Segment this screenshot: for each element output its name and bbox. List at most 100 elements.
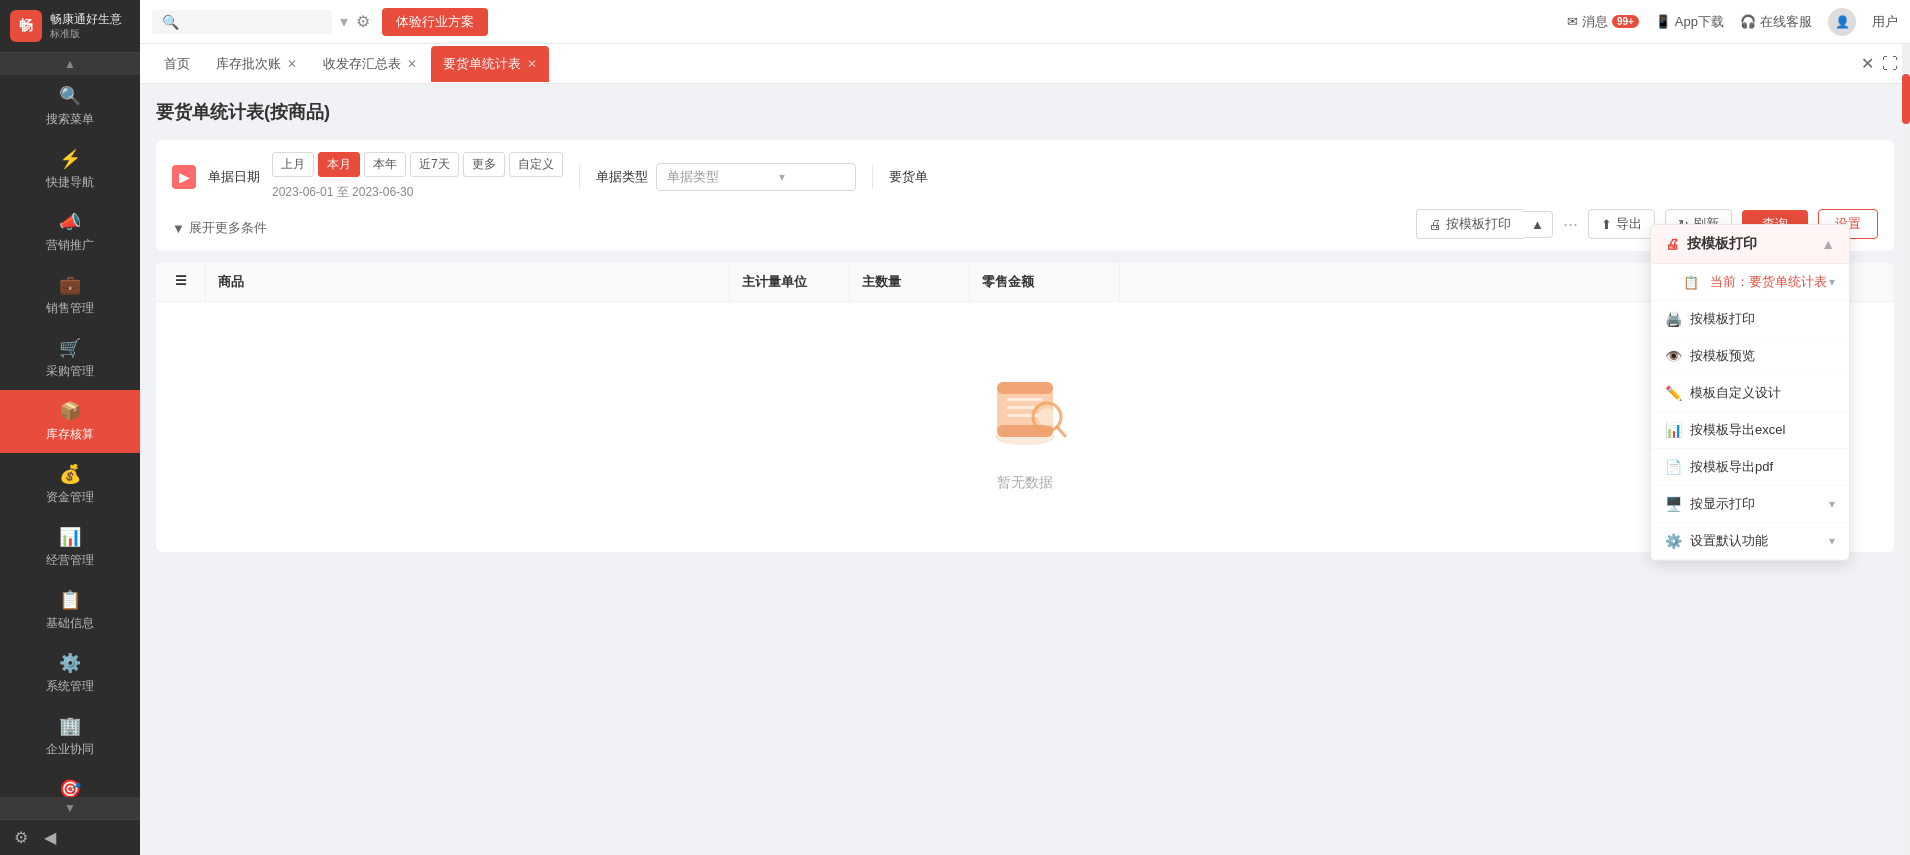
dropdown-title: 按模板打印 — [1687, 235, 1757, 253]
table-section: ☰ 商品 主计量单位 主数量 零售金额 — [156, 263, 1894, 552]
tab-home[interactable]: 首页 — [152, 46, 202, 82]
filter-row-1: ▶ 单据日期 上月 本月 本年 近7天 更多 自定义 2023-06-01 至 … — [172, 152, 1878, 201]
header-dropdown-icon[interactable]: ▾ — [340, 12, 348, 31]
date-btn-7days[interactable]: 近7天 — [410, 152, 459, 177]
print-dropdown-button[interactable]: ▲ — [1523, 211, 1553, 238]
date-btn-this-year[interactable]: 本年 — [364, 152, 406, 177]
date-buttons: 上月 本月 本年 近7天 更多 自定义 — [272, 152, 563, 177]
header-gear-icon[interactable]: ⚙ — [356, 12, 370, 31]
dropdown-item-display-print[interactable]: 🖥️ 按显示打印 ▾ — [1651, 486, 1849, 523]
dropdown-item-export-excel[interactable]: 📊 按模板导出excel — [1651, 412, 1849, 449]
customer-service-item[interactable]: 🎧 在线客服 — [1740, 13, 1812, 31]
tab-maximize-icon[interactable]: ⛶ — [1882, 55, 1898, 73]
filter-type-section: 单据类型 单据类型 ▾ — [596, 163, 856, 191]
tab-inventory-batch[interactable]: 库存批次账 ✕ — [204, 46, 309, 82]
goods-label: 要货单 — [889, 168, 928, 186]
tab-receivables[interactable]: 收发存汇总表 ✕ — [311, 46, 429, 82]
sidebar-item-inventory[interactable]: 📦 库存核算 — [0, 390, 140, 453]
expand-button[interactable]: ▼ 展开更多条件 — [172, 219, 267, 237]
message-icon: ✉ — [1567, 14, 1578, 29]
logo-icon: 畅 — [10, 10, 42, 42]
display-print-icon: 🖥️ — [1665, 496, 1682, 512]
type-label: 单据类型 — [596, 168, 648, 186]
sidebar-item-newbie[interactable]: 🎯 新手引导 — [0, 768, 140, 797]
more-icon[interactable]: ··· — [1563, 214, 1578, 235]
sidebar-item-enterprise[interactable]: 🏢 企业协同 — [0, 705, 140, 768]
search-input[interactable] — [185, 14, 315, 29]
template-preview-icon: 👁️ — [1665, 348, 1682, 364]
newbie-icon: 🎯 — [59, 778, 81, 797]
avatar[interactable]: 👤 — [1828, 8, 1856, 36]
export-button[interactable]: ⬆ 导出 — [1588, 209, 1655, 239]
tab-close-receivables[interactable]: ✕ — [407, 57, 417, 71]
sidebar: 畅 畅康通好生意 标准版 ▲ 🔍 搜索菜单 ⚡ 快捷导航 📣 营销推广 💼 销售… — [0, 0, 140, 855]
date-btn-last-month[interactable]: 上月 — [272, 152, 314, 177]
template-print-icon: 🖨️ — [1665, 311, 1682, 327]
sidebar-scroll-up[interactable]: ▲ — [0, 53, 140, 75]
svg-rect-5 — [1007, 406, 1035, 409]
date-btn-more[interactable]: 更多 — [463, 152, 505, 177]
dropdown-item-export-pdf[interactable]: 📄 按模板导出pdf — [1651, 449, 1849, 486]
tab-order-stats[interactable]: 要货单统计表 ✕ — [431, 46, 549, 82]
dropdown-item-default-setting[interactable]: ⚙️ 设置默认功能 ▾ — [1651, 523, 1849, 560]
dropdown-print-icon: 🖨 — [1665, 236, 1679, 252]
dropdown-collapse-icon[interactable]: ▲ — [1821, 236, 1835, 252]
sidebar-item-operations[interactable]: 📊 经营管理 — [0, 516, 140, 579]
trial-button[interactable]: 体验行业方案 — [382, 8, 488, 36]
dropdown-header: 🖨 按模板打印 ▲ — [1651, 225, 1849, 264]
user-name: 用户 — [1872, 13, 1898, 31]
message-item[interactable]: ✉ 消息 99+ — [1567, 13, 1639, 31]
dropdown-item-template-preview[interactable]: 👁️ 按模板预览 — [1651, 338, 1849, 375]
filter-separator-2 — [872, 165, 873, 189]
date-btn-this-month[interactable]: 本月 — [318, 152, 360, 177]
print-btn-group: 🖨 按模板打印 ▲ — [1416, 209, 1553, 239]
sidebar-item-system[interactable]: ⚙️ 系统管理 — [0, 642, 140, 705]
dropdown-item-template-design[interactable]: ✏️ 模板自定义设计 — [1651, 375, 1849, 412]
search-nav-icon: 🔍 — [59, 85, 81, 107]
purchase-icon: 🛒 — [59, 337, 81, 359]
type-select-arrow: ▾ — [779, 170, 785, 184]
type-select-label: 单据类型 — [667, 168, 719, 186]
operations-icon: 📊 — [59, 526, 81, 548]
sidebar-item-sales[interactable]: 💼 销售管理 — [0, 264, 140, 327]
print-icon: 🖨 — [1429, 217, 1442, 232]
empty-illustration — [975, 362, 1075, 462]
header-right: ✉ 消息 99+ 📱 App下载 🎧 在线客服 👤 用户 — [1567, 8, 1898, 36]
dropdown-item-template-print[interactable]: 🖨️ 按模板打印 — [1651, 301, 1849, 338]
column-settings-icon[interactable]: ☰ — [175, 273, 187, 288]
sidebar-item-purchase[interactable]: 🛒 采购管理 — [0, 327, 140, 390]
search-box[interactable]: 🔍 — [152, 10, 332, 34]
collapse-icon[interactable]: ◀ — [44, 828, 56, 847]
table-header: ☰ 商品 主计量单位 主数量 零售金额 — [156, 263, 1894, 302]
export-icon: ⬆ — [1601, 217, 1612, 232]
current-template-arrow: ▾ — [1829, 275, 1835, 289]
date-btn-custom[interactable]: 自定义 — [509, 152, 563, 177]
sales-icon: 💼 — [59, 274, 81, 296]
sidebar-item-basic[interactable]: 📋 基础信息 — [0, 579, 140, 642]
filter-separator-1 — [579, 165, 580, 189]
type-select[interactable]: 单据类型 ▾ — [656, 163, 856, 191]
sidebar-scroll-down[interactable]: ▼ — [0, 797, 140, 819]
app-download-item[interactable]: 📱 App下载 — [1655, 13, 1724, 31]
sidebar-item-finance[interactable]: 💰 资金管理 — [0, 453, 140, 516]
scrollbar-thumb[interactable] — [1902, 84, 1910, 124]
sidebar-footer: ⚙ ◀ — [0, 819, 140, 855]
filter-toggle-button[interactable]: ▶ — [172, 165, 196, 189]
tab-bar: 首页 库存批次账 ✕ 收发存汇总表 ✕ 要货单统计表 ✕ ✕ ⛶ — [140, 44, 1910, 84]
tab-close-all-icon[interactable]: ✕ — [1861, 54, 1874, 73]
col-header-check: ☰ — [156, 263, 206, 302]
tab-close-inventory-batch[interactable]: ✕ — [287, 57, 297, 71]
dropdown-current-template[interactable]: 📋 当前：要货单统计表 ▾ — [1651, 264, 1849, 301]
settings-icon[interactable]: ⚙ — [14, 828, 28, 847]
empty-state: 暂无数据 — [156, 302, 1894, 552]
shortcut-icon: ⚡ — [59, 148, 81, 170]
display-print-arrow: ▾ — [1829, 497, 1835, 511]
template-design-icon: ✏️ — [1665, 385, 1682, 401]
print-template-button[interactable]: 🖨 按模板打印 — [1416, 209, 1523, 239]
sidebar-item-search[interactable]: 🔍 搜索菜单 — [0, 75, 140, 138]
more-options[interactable]: ··· — [1563, 214, 1578, 235]
sidebar-item-shortcut[interactable]: ⚡ 快捷导航 — [0, 138, 140, 201]
tab-close-order-stats[interactable]: ✕ — [527, 57, 537, 71]
export-pdf-icon: 📄 — [1665, 459, 1682, 475]
sidebar-item-marketing[interactable]: 📣 营销推广 — [0, 201, 140, 264]
